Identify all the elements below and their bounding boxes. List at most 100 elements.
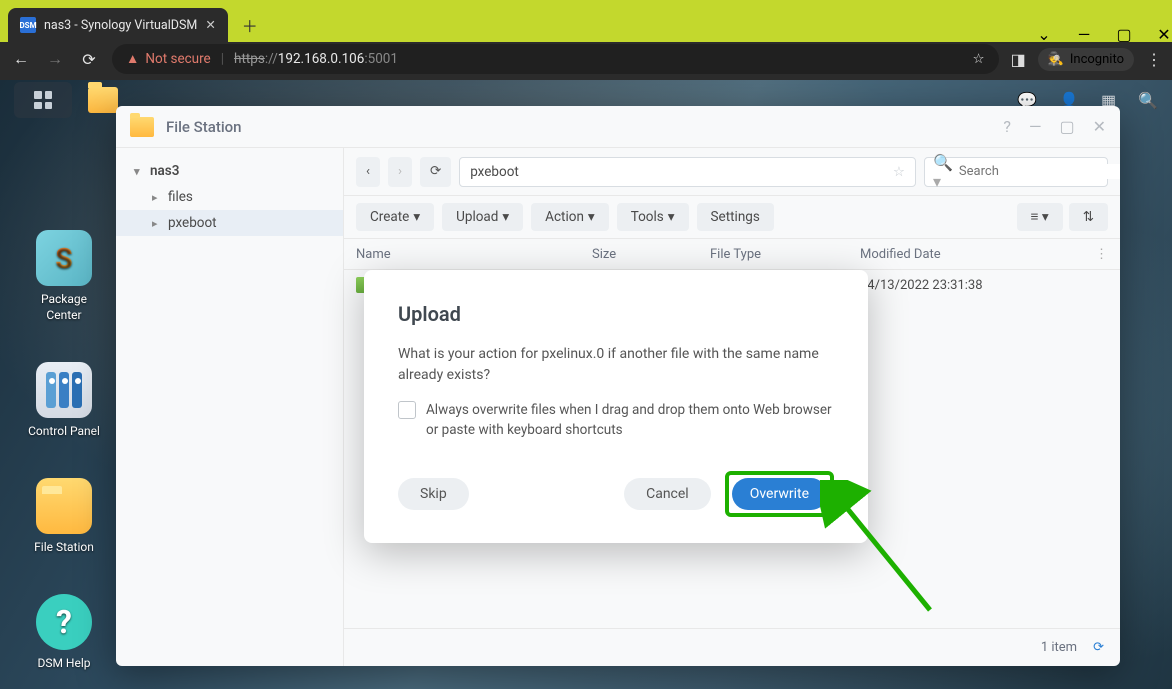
chevron-down-icon[interactable]: ⌄ <box>1036 26 1052 42</box>
view-list-button[interactable]: ≡ ▾ <box>1017 203 1063 231</box>
search-icon[interactable]: 🔍 <box>1138 91 1158 110</box>
view-sort-button[interactable]: ⇅ <box>1069 203 1108 231</box>
caret-down-icon: ▾ <box>588 209 595 225</box>
col-type[interactable]: File Type <box>710 247 860 262</box>
favorite-star-icon[interactable]: ☆ <box>893 164 905 180</box>
tree-label: pxeboot <box>168 215 217 231</box>
action-button[interactable]: Action ▾ <box>531 203 609 231</box>
back-button[interactable]: ← <box>10 49 32 69</box>
help-icon: ? <box>36 594 92 650</box>
dock-label: DSM Help <box>37 656 90 670</box>
caret-down-icon[interactable]: ▾ <box>134 165 146 178</box>
main-menu-button[interactable] <box>14 82 72 118</box>
skip-button[interactable]: Skip <box>398 478 469 510</box>
address-bar-row: ← → ⟳ ▲ Not secure | https://192.168.0.1… <box>0 38 1172 80</box>
caret-down-icon: ▾ <box>502 209 509 225</box>
checkbox[interactable] <box>398 401 416 419</box>
incognito-icon: 🕵 <box>1048 52 1064 67</box>
dock-label: Package <box>41 292 87 306</box>
desktop-dock: Package Center Control Panel File Statio… <box>24 230 104 670</box>
forward-button: → <box>44 49 66 69</box>
footer-refresh-icon[interactable]: ⟳ <box>1093 640 1104 655</box>
help-icon[interactable]: ? <box>1003 117 1011 136</box>
not-secure-label: Not secure <box>145 51 210 67</box>
address-bar[interactable]: ▲ Not secure | https://192.168.0.106:500… <box>112 44 999 74</box>
fs-titlebar[interactable]: File Station ? — ▢ ✕ <box>116 106 1120 148</box>
cancel-button[interactable]: Cancel <box>624 478 711 510</box>
dock-file-station[interactable]: File Station <box>34 478 94 554</box>
tools-button[interactable]: Tools ▾ <box>617 203 689 231</box>
tab-favicon-icon: DSM <box>20 17 36 33</box>
not-secure-warning[interactable]: ▲ Not secure <box>126 51 211 67</box>
dock-dsm-help[interactable]: ? DSM Help <box>36 594 92 670</box>
dock-label: Center <box>46 308 81 322</box>
nav-forward-button[interactable]: › <box>388 157 412 187</box>
tab-close-icon[interactable]: ✕ <box>205 17 215 33</box>
col-name[interactable]: Name <box>356 247 592 262</box>
nav-back-button[interactable]: ‹ <box>356 157 380 187</box>
browser-tab[interactable]: DSM nas3 - Synology VirtualDSM ✕ <box>8 8 228 42</box>
modal-title: Upload <box>398 302 834 326</box>
path-input[interactable]: pxeboot ☆ <box>459 157 916 187</box>
tree-label: files <box>168 189 193 205</box>
upload-button[interactable]: Upload ▾ <box>442 203 523 231</box>
url-host: 192.168.0.106 <box>278 51 365 67</box>
modal-message: What is your action for pxelinux.0 if an… <box>398 344 834 386</box>
create-button[interactable]: Create ▾ <box>356 203 434 231</box>
folder-icon <box>130 117 154 137</box>
dock-control-panel[interactable]: Control Panel <box>28 362 100 438</box>
settings-button[interactable]: Settings <box>697 203 774 231</box>
overwrite-button[interactable]: Overwrite <box>732 478 827 510</box>
minimize-icon[interactable]: — <box>1076 26 1092 42</box>
control-panel-icon <box>36 362 92 418</box>
close-window-icon[interactable]: ✕ <box>1156 26 1172 42</box>
fs-action-toolbar: Create ▾ Upload ▾ Action ▾ Tools ▾ Setti… <box>344 196 1120 238</box>
dock-label: Control Panel <box>28 424 100 438</box>
col-size[interactable]: Size <box>592 247 710 262</box>
kebab-menu-icon[interactable]: ⋮ <box>1146 50 1162 69</box>
warning-icon: ▲ <box>126 51 139 67</box>
close-icon[interactable]: ✕ <box>1093 117 1106 136</box>
star-icon[interactable]: ☆ <box>972 51 984 67</box>
incognito-label: Incognito <box>1070 52 1124 67</box>
tree-label: nas3 <box>150 163 179 179</box>
caret-right-icon[interactable]: ▸ <box>152 191 164 204</box>
new-tab-button[interactable]: ＋ <box>236 11 264 39</box>
fs-nav-toolbar: ‹ › ⟳ pxeboot ☆ 🔍▾ <box>344 148 1120 196</box>
nav-refresh-button[interactable]: ⟳ <box>420 157 451 187</box>
reload-button[interactable]: ⟳ <box>78 50 100 69</box>
package-center-icon <box>36 230 92 286</box>
tree-root-nas3[interactable]: ▾ nas3 <box>116 158 343 184</box>
column-headers: Name Size File Type Modified Date ⋮ <box>344 238 1120 270</box>
checkbox-label: Always overwrite files when I drag and d… <box>426 400 834 441</box>
tree-item-files[interactable]: ▸ files <box>116 184 343 210</box>
dsm-desktop: 💬 👤 ▦ 🔍 Package Center Control Panel Fil… <box>0 80 1172 689</box>
col-menu-icon[interactable]: ⋮ <box>1088 247 1108 262</box>
search-field[interactable] <box>959 164 1120 179</box>
file-station-icon <box>36 478 92 534</box>
fs-title: File Station <box>166 118 242 136</box>
panel-icon[interactable]: ◨ <box>1011 50 1026 69</box>
search-icon: 🔍▾ <box>933 153 953 191</box>
cell-modified: 04/13/2022 23:31:38 <box>860 278 1108 293</box>
upload-modal: Upload What is your action for pxelinux.… <box>364 270 868 543</box>
fs-sidebar: ▾ nas3 ▸ files ▸ pxeboot <box>116 148 344 666</box>
incognito-badge[interactable]: 🕵 Incognito <box>1038 48 1134 71</box>
maximize-icon[interactable]: ▢ <box>1116 26 1132 42</box>
overwrite-checkbox-row[interactable]: Always overwrite files when I drag and d… <box>398 400 834 441</box>
path-text: pxeboot <box>470 164 519 180</box>
url-scheme: https <box>234 51 265 67</box>
minimize-icon[interactable]: — <box>1029 117 1042 136</box>
col-modified[interactable]: Modified Date <box>860 247 1088 262</box>
annotation-highlight: Overwrite <box>725 471 834 517</box>
tree-item-pxeboot[interactable]: ▸ pxeboot <box>116 210 343 236</box>
caret-down-icon: ▾ <box>413 209 420 225</box>
dock-label: File Station <box>34 540 94 554</box>
maximize-icon[interactable]: ▢ <box>1059 117 1074 136</box>
search-input[interactable]: 🔍▾ <box>924 157 1108 187</box>
caret-right-icon[interactable]: ▸ <box>152 217 164 230</box>
dock-package-center[interactable]: Package Center <box>36 230 92 322</box>
url-port: :5001 <box>364 51 398 67</box>
tab-title: nas3 - Synology VirtualDSM <box>44 18 197 33</box>
taskbar-filestation-icon[interactable] <box>88 87 118 113</box>
